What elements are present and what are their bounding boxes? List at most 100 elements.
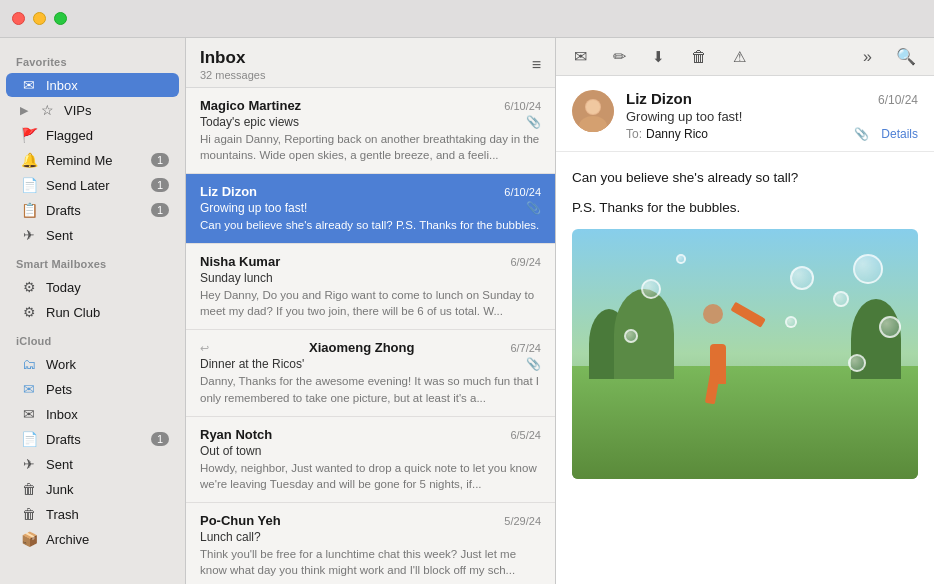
svg-point-3 [586,100,600,114]
more-toolbar-btn[interactable]: » [859,46,876,68]
msg-sender: Po-Chun Yeh [200,513,281,528]
sidebar-item-drafts-label: Drafts [46,203,81,218]
inbox-icon: ✉ [20,77,38,93]
msg-date: 6/5/24 [510,429,541,441]
msg-date: 6/10/24 [504,186,541,198]
sidebar-item-trash[interactable]: 🗑 Trash [6,502,179,526]
message-item-magico[interactable]: Magico Martinez 6/10/24 Today's epic vie… [186,88,555,174]
message-item-ryan[interactable]: Ryan Notch 6/5/24 Out of town Howdy, nei… [186,417,555,503]
msg-subject: Today's epic views [200,115,299,129]
title-bar [0,0,934,38]
sidebar-item-vips[interactable]: ▶ ☆ VIPs [6,98,179,122]
icloud-label: iCloud [0,325,185,351]
today-icon: ⚙ [20,279,38,295]
sidebar-item-flagged[interactable]: 🚩 Flagged [6,123,179,147]
details-link[interactable]: Details [881,127,918,141]
message-count: 32 messages [200,69,265,81]
message-item-xiaomeng[interactable]: ↩ Xiaomeng Zhong 6/7/24 Dinner at the Ri… [186,330,555,416]
minimize-button[interactable] [33,12,46,25]
message-list-header: Inbox 32 messages ≡ [186,38,555,88]
sidebar-item-icloud-sent[interactable]: ✈ Sent [6,452,179,476]
sidebar-item-archive[interactable]: 📦 Archive [6,527,179,551]
sidebar-item-run-club[interactable]: ⚙ Run Club [6,300,179,324]
msg-subject: Sunday lunch [200,271,273,285]
to-value: Danny Rico [646,127,708,141]
detail-toolbar: ✉ ✏ ⬇ 🗑 ⚠ » 🔍 [556,38,934,76]
detail-date: 6/10/24 [878,93,918,107]
run-club-icon: ⚙ [20,304,38,320]
chevron-icon: ▶ [20,104,28,117]
message-item-pochun[interactable]: Po-Chun Yeh 5/29/24 Lunch call? Think yo… [186,503,555,584]
sidebar-item-today[interactable]: ⚙ Today [6,275,179,299]
sidebar-item-icloud-drafts-label: Drafts [46,432,81,447]
attachment-icon: 📎 [526,201,541,215]
msg-sender: Liz Dizon [200,184,257,199]
mail-toolbar-btn[interactable]: ✉ [570,45,591,68]
sidebar-item-work[interactable]: 🗂 Work [6,352,179,376]
msg-date: 6/7/24 [510,342,541,354]
drafts-icon: 📋 [20,202,38,218]
maximize-button[interactable] [54,12,67,25]
search-toolbar-btn[interactable]: 🔍 [892,45,920,68]
msg-date: 6/10/24 [504,100,541,112]
flag-icon: 🚩 [20,127,38,143]
message-item-liz[interactable]: Liz Dizon 6/10/24 Growing up too fast! 📎… [186,174,555,244]
sidebar-item-inbox[interactable]: ✉ Inbox [6,73,179,97]
detail-body: Can you believe she's already so tall? P… [556,152,934,584]
sidebar-item-send-later[interactable]: 📄 Send Later 1 [6,173,179,197]
archive-icon: 📦 [20,531,38,547]
trash-icon: 🗑 [20,506,38,522]
detail-subject: Growing up too fast! [626,109,918,124]
send-later-icon: 📄 [20,177,38,193]
messages-scroll[interactable]: Magico Martinez 6/10/24 Today's epic vie… [186,88,555,584]
compose-toolbar-btn[interactable]: ✏ [609,45,630,68]
message-list: Inbox 32 messages ≡ Magico Martinez 6/10… [186,38,556,584]
sidebar-item-remind-me[interactable]: 🔔 Remind Me 1 [6,148,179,172]
sidebar-item-sendlater-label: Send Later [46,178,110,193]
sidebar-item-pets-label: Pets [46,382,72,397]
sidebar: Favorites ✉ Inbox ▶ ☆ VIPs 🚩 Flagged 🔔 R… [0,38,186,584]
close-button[interactable] [12,12,25,25]
sidebar-item-sent-label: Sent [46,228,73,243]
msg-preview: Hey Danny, Do you and Rigo want to come … [200,287,541,319]
sidebar-item-archive-label: Archive [46,532,89,547]
archive-toolbar-btn[interactable]: ⬇ [648,46,669,68]
main-layout: Favorites ✉ Inbox ▶ ☆ VIPs 🚩 Flagged 🔔 R… [0,38,934,584]
junk-toolbar-btn[interactable]: ⚠ [729,46,750,68]
attachment-icon: 📎 [526,357,541,371]
sidebar-item-icloud-drafts[interactable]: 📄 Drafts 1 [6,427,179,451]
msg-subject: Dinner at the Ricos' [200,357,304,371]
send-later-badge: 1 [151,178,169,192]
sidebar-item-sent[interactable]: ✈ Sent [6,223,179,247]
sidebar-item-runclub-label: Run Club [46,305,100,320]
message-item-nisha[interactable]: Nisha Kumar 6/9/24 Sunday lunch Hey Dann… [186,244,555,330]
sidebar-item-work-label: Work [46,357,76,372]
favorites-section-label: Favorites [0,46,185,72]
detail-sender: Liz Dizon [626,90,692,107]
msg-sender: Magico Martinez [200,98,301,113]
sidebar-item-today-label: Today [46,280,81,295]
forward-icon: ↩ [200,342,209,355]
sidebar-item-junk[interactable]: 🗑 Junk [6,477,179,501]
detail-pane: ✉ ✏ ⬇ 🗑 ⚠ » 🔍 Liz Dizon [556,38,934,584]
sidebar-item-vips-label: VIPs [64,103,91,118]
attachment-icon: 📎 [526,115,541,129]
delete-toolbar-btn[interactable]: 🗑 [687,46,711,68]
sidebar-item-icloud-inbox[interactable]: ✉ Inbox [6,402,179,426]
to-label: To: [626,127,642,141]
sidebar-item-remindme-label: Remind Me [46,153,112,168]
detail-attachment-icon: 📎 [854,127,869,141]
msg-preview: Think you'll be free for a lunchtime cha… [200,546,541,578]
sidebar-item-pets[interactable]: ✉ Pets [6,377,179,401]
msg-subject: Out of town [200,444,261,458]
junk-icon: 🗑 [20,481,38,497]
msg-sender: Xiaomeng Zhong [309,340,414,355]
msg-preview: Danny, Thanks for the awesome evening! I… [200,373,541,405]
remind-me-badge: 1 [151,153,169,167]
sidebar-item-drafts[interactable]: 📋 Drafts 1 [6,198,179,222]
smart-mailboxes-label: Smart Mailboxes [0,248,185,274]
sidebar-item-flagged-label: Flagged [46,128,93,143]
folder-work-icon: 🗂 [20,356,38,372]
msg-date: 6/9/24 [510,256,541,268]
filter-icon[interactable]: ≡ [532,56,541,74]
